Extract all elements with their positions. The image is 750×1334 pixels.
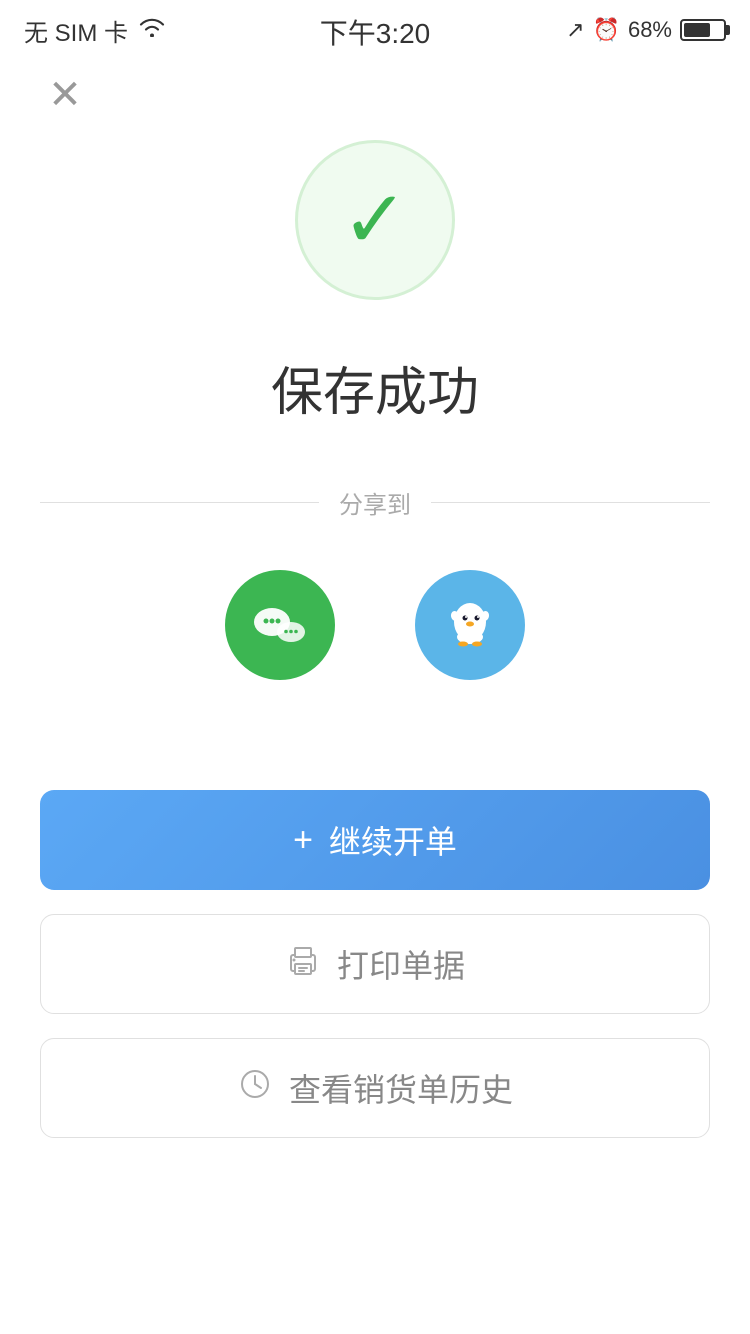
share-label: 分享到 (319, 485, 431, 520)
alarm-icon: ⏰ (593, 17, 620, 43)
battery-icon (680, 19, 726, 41)
share-line-right (431, 502, 710, 503)
close-icon: ✕ (48, 72, 82, 118)
history-label: 查看销货单历史 (289, 1065, 513, 1111)
status-bar: 无 SIM 卡 下午3:20 ↗ ⏰ 68% (0, 0, 750, 60)
print-icon (285, 942, 321, 987)
success-circle: ✓ (295, 140, 455, 300)
wechat-icon (245, 590, 315, 660)
print-button[interactable]: 打印单据 (40, 914, 710, 1014)
status-right: ↗ ⏰ 68% (566, 17, 726, 43)
battery-pct: 68% (628, 17, 672, 43)
clock-icon (237, 1066, 273, 1111)
print-label: 打印单据 (337, 941, 465, 987)
success-title: 保存成功 (271, 350, 479, 425)
qq-share-button[interactable] (415, 570, 525, 680)
continue-label: 继续开单 (329, 817, 457, 863)
main-content: ✓ 保存成功 分享到 (0, 60, 750, 1138)
share-section: 分享到 (0, 485, 750, 690)
sim-status: 无 SIM 卡 (24, 13, 128, 48)
continue-button[interactable]: + 继续开单 (40, 790, 710, 890)
wechat-share-button[interactable] (225, 570, 335, 680)
share-divider: 分享到 (0, 485, 750, 520)
plus-icon: + (293, 821, 313, 860)
checkmark-icon: ✓ (341, 180, 408, 260)
history-button[interactable]: 查看销货单历史 (40, 1038, 710, 1138)
share-icons-container (0, 570, 750, 680)
action-buttons: + 继续开单 打印单据 (0, 790, 750, 1138)
status-left: 无 SIM 卡 (24, 13, 166, 48)
share-line-left (40, 502, 319, 503)
qq-icon (435, 590, 505, 660)
status-time: 下午3:20 (320, 12, 431, 52)
close-button[interactable]: ✕ (40, 70, 90, 120)
location-icon: ↗ (566, 17, 584, 43)
wifi-icon (138, 16, 166, 44)
